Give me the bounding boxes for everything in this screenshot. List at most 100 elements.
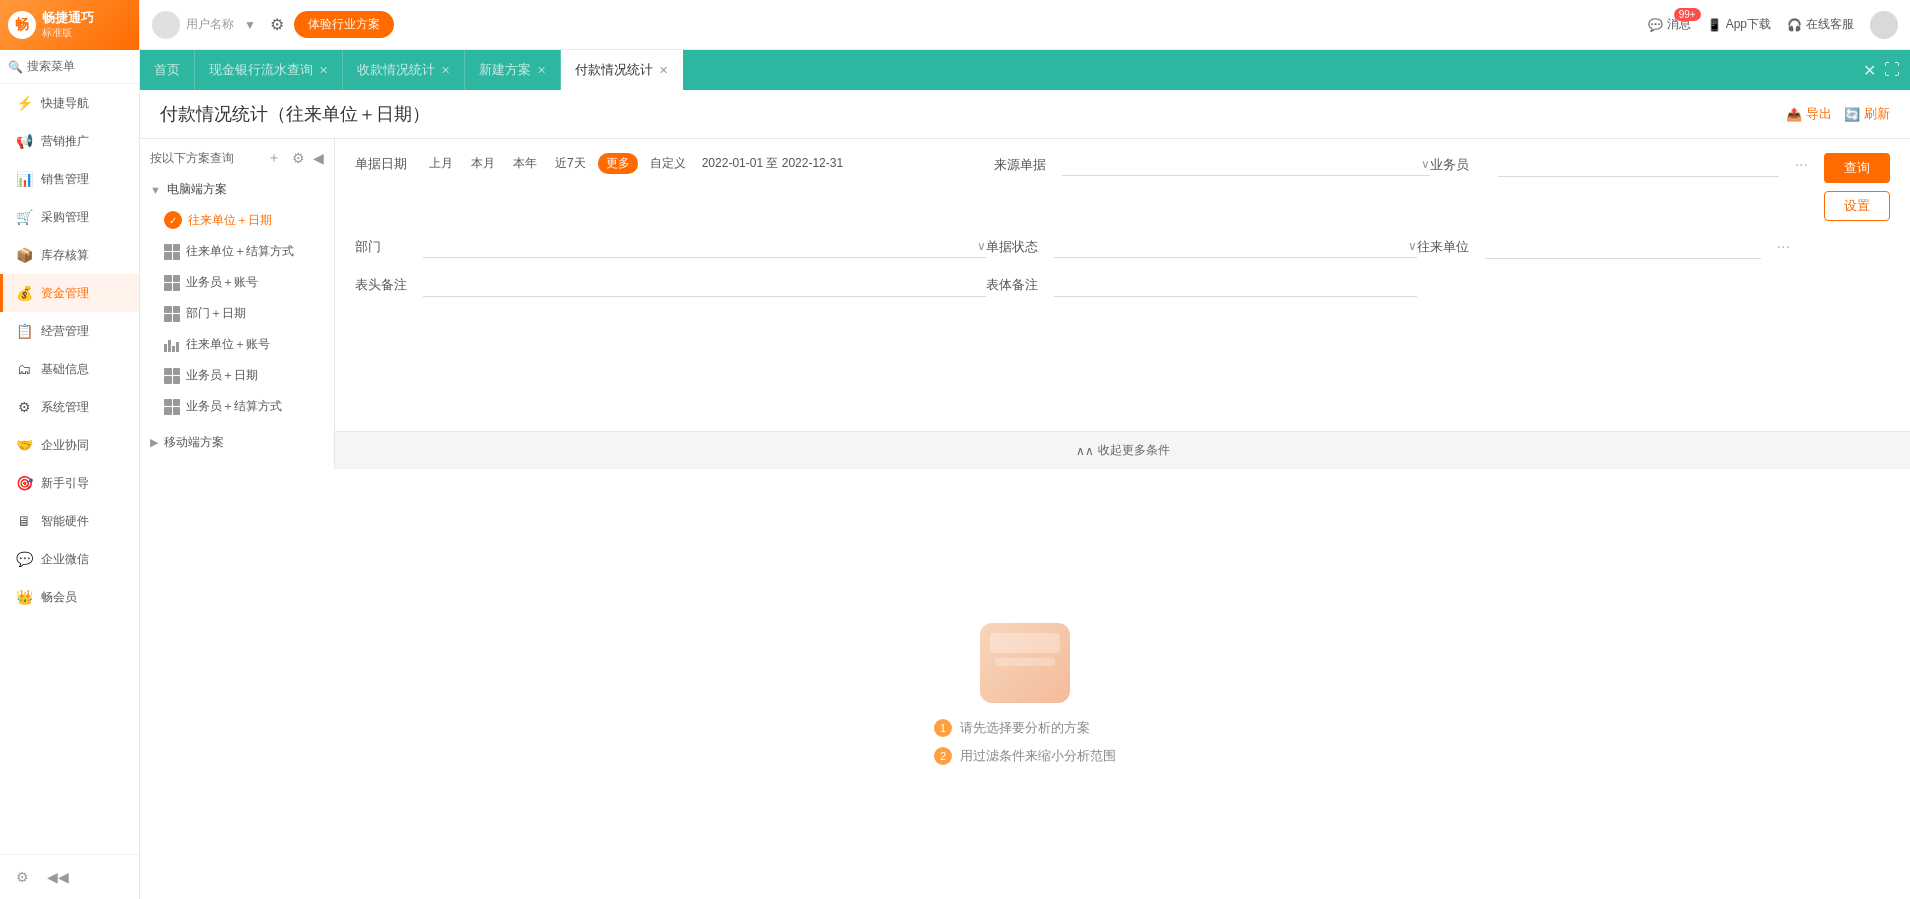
filter-form: 单据日期 上月 本月 本年 近7天 更多 自定义 2022-01-01 至 20… <box>335 139 1910 431</box>
scheme-settings-icon[interactable]: ⚙ <box>289 149 307 167</box>
date-btn-this-month[interactable]: 本月 <box>465 153 501 174</box>
filter-voucher-status-field: 单据状态 ∨ <box>986 235 1417 258</box>
scheme-grid-icon <box>164 399 180 415</box>
scheme-item-dept-date[interactable]: 部门＋日期 <box>140 298 334 329</box>
tab-new-scheme-close[interactable]: ✕ <box>537 64 546 77</box>
operations-icon: 📋 <box>15 322 33 340</box>
filter-row-2: 部门 ∨ 单据状态 ∨ <box>355 235 1890 259</box>
sidebar-item-marketing[interactable]: 📢 营销推广 <box>0 122 139 160</box>
tab-receipt-stats[interactable]: 收款情况统计 ✕ <box>343 50 465 90</box>
scheme-item-label: 往来单位＋结算方式 <box>186 243 294 260</box>
query-button[interactable]: 查询 <box>1824 153 1890 183</box>
sidebar-item-basic-info[interactable]: 🗂 基础信息 <box>0 350 139 388</box>
sidebar-nav-label: 系统管理 <box>41 399 89 416</box>
date-btn-this-year[interactable]: 本年 <box>507 153 543 174</box>
refresh-button[interactable]: 🔄 刷新 <box>1844 105 1890 123</box>
user-dropdown-icon[interactable]: ▼ <box>244 18 256 32</box>
sidebar-item-wechat[interactable]: 💬 企业微信 <box>0 540 139 578</box>
scheme-item-salesperson-account[interactable]: 业务员＋账号 <box>140 267 334 298</box>
source-select[interactable]: ∨ <box>1062 153 1430 176</box>
refresh-icon: 🔄 <box>1844 107 1860 122</box>
scheme-desktop-label: 电脑端方案 <box>167 181 227 198</box>
app-download-action[interactable]: 📱 App下载 <box>1707 16 1771 33</box>
sidebar-item-vip[interactable]: 👑 畅会员 <box>0 578 139 616</box>
tip-text-1: 请先选择要分析的方案 <box>960 719 1090 737</box>
date-options: 上月 本月 本年 近7天 更多 自定义 2022-01-01 至 2022-12… <box>423 153 843 174</box>
filter-body-note-field: 表体备注 <box>986 273 1417 297</box>
tab-payment-close[interactable]: ✕ <box>659 64 668 77</box>
scheme-panel-title: 按以下方案查询 <box>150 150 234 167</box>
export-button[interactable]: 📤 导出 <box>1786 105 1832 123</box>
filter-partner-field: 往来单位 ··· <box>1417 235 1790 259</box>
scheme-item-partner-account[interactable]: 往来单位＋账号 <box>140 329 334 360</box>
tab-payment-stats[interactable]: 付款情况统计 ✕ <box>561 50 683 90</box>
scheme-mobile-group[interactable]: ▶ 移动端方案 <box>140 426 334 459</box>
tab-new-scheme[interactable]: 新建方案 ✕ <box>465 50 561 90</box>
scheme-item-salesperson-date[interactable]: 业务员＋日期 <box>140 360 334 391</box>
salesperson-dots[interactable]: ··· <box>1795 156 1808 174</box>
header-note-input[interactable] <box>423 273 986 297</box>
scheme-item-partner-date[interactable]: ✓ 往来单位＋日期 <box>140 204 334 236</box>
tab-new-scheme-label: 新建方案 <box>479 61 531 79</box>
collapse-chevron-icon: ∧∧ <box>1076 444 1094 458</box>
sidebar-item-cooperation[interactable]: 🤝 企业协同 <box>0 426 139 464</box>
search-menu[interactable]: 🔍 搜索菜单 <box>0 50 139 84</box>
scheme-collapse-icon[interactable]: ◀ <box>313 150 324 166</box>
scheme-desktop-group-header[interactable]: ▼ 电脑端方案 <box>140 175 334 204</box>
scheme-item-partner-settle[interactable]: 往来单位＋结算方式 <box>140 236 334 267</box>
vip-icon: 👑 <box>15 588 33 606</box>
service-action[interactable]: 🎧 在线客服 <box>1787 16 1854 33</box>
date-btn-custom[interactable]: 自定义 <box>644 153 692 174</box>
tab-cashflow-close[interactable]: ✕ <box>319 64 328 77</box>
sidebar-collapse-btn[interactable]: ◀◀ <box>44 863 72 891</box>
scheme-active-icon: ✓ <box>164 211 182 229</box>
sidebar-settings-btn[interactable]: ⚙ <box>8 863 36 891</box>
app-logo: 畅 <box>8 11 36 39</box>
sidebar-nav-label: 采购管理 <box>41 209 89 226</box>
empty-illustration <box>965 603 1085 703</box>
sidebar-item-system[interactable]: ⚙ 系统管理 <box>0 388 139 426</box>
tab-expand-icon[interactable]: ⛶ <box>1884 61 1900 79</box>
voucher-status-select[interactable]: ∨ <box>1054 235 1417 258</box>
date-btn-last-month[interactable]: 上月 <box>423 153 459 174</box>
scheme-add-icon[interactable]: ＋ <box>265 149 283 167</box>
scheme-item-salesperson-settle[interactable]: 业务员＋结算方式 <box>140 391 334 422</box>
tab-home[interactable]: 首页 <box>140 50 195 90</box>
settings-gear-icon[interactable]: ⚙ <box>270 15 284 34</box>
sidebar-nav-label: 经营管理 <box>41 323 89 340</box>
tip-text-2: 用过滤条件来缩小分析范围 <box>960 747 1116 765</box>
filter-settings-button[interactable]: 设置 <box>1824 191 1890 221</box>
sidebar-item-operations[interactable]: 📋 经营管理 <box>0 312 139 350</box>
sidebar-header: 畅 畅捷通巧 标准版 <box>0 0 139 50</box>
dept-select[interactable]: ∨ <box>423 235 986 258</box>
scheme-grid-icon <box>164 244 180 260</box>
sidebar-item-hardware[interactable]: 🖥 智能硬件 <box>0 502 139 540</box>
salesperson-input[interactable] <box>1498 153 1778 177</box>
sidebar-item-finance[interactable]: 💰 资金管理 <box>0 274 139 312</box>
sidebar-item-purchase[interactable]: 🛒 采购管理 <box>0 198 139 236</box>
date-btn-7days[interactable]: 近7天 <box>549 153 592 174</box>
hardware-icon: 🖥 <box>15 512 33 530</box>
message-action[interactable]: 💬 消息 99+ <box>1648 16 1691 33</box>
tab-cashflow[interactable]: 现金银行流水查询 ✕ <box>195 50 343 90</box>
service-icon: 🎧 <box>1787 18 1802 32</box>
sidebar-nav-label: 畅会员 <box>41 589 77 606</box>
tab-close-all-icon[interactable]: ✕ <box>1863 61 1876 80</box>
partner-input[interactable] <box>1485 235 1761 259</box>
sidebar-item-inventory[interactable]: 📦 库存核算 <box>0 236 139 274</box>
sidebar-item-quick-nav[interactable]: ⚡ 快捷导航 <box>0 84 139 122</box>
trial-button[interactable]: 体验行业方案 <box>294 11 394 38</box>
filter-right: 单据日期 上月 本月 本年 近7天 更多 自定义 2022-01-01 至 20… <box>335 139 1910 469</box>
scheme-item-label: 往来单位＋日期 <box>188 212 272 229</box>
tab-receipt-close[interactable]: ✕ <box>441 64 450 77</box>
sidebar-item-sales[interactable]: 📊 销售管理 <box>0 160 139 198</box>
page-header-actions: 📤 导出 🔄 刷新 <box>1786 105 1890 123</box>
date-btn-more[interactable]: 更多 <box>598 153 638 174</box>
header-user-avatar[interactable] <box>1870 11 1898 39</box>
export-icon: 📤 <box>1786 107 1802 122</box>
purchase-icon: 🛒 <box>15 208 33 226</box>
partner-dots[interactable]: ··· <box>1777 238 1790 256</box>
sidebar-item-guide[interactable]: 🎯 新手引导 <box>0 464 139 502</box>
body-note-input[interactable] <box>1054 273 1417 297</box>
collapse-button[interactable]: ∧∧ 收起更多条件 <box>1076 442 1170 459</box>
